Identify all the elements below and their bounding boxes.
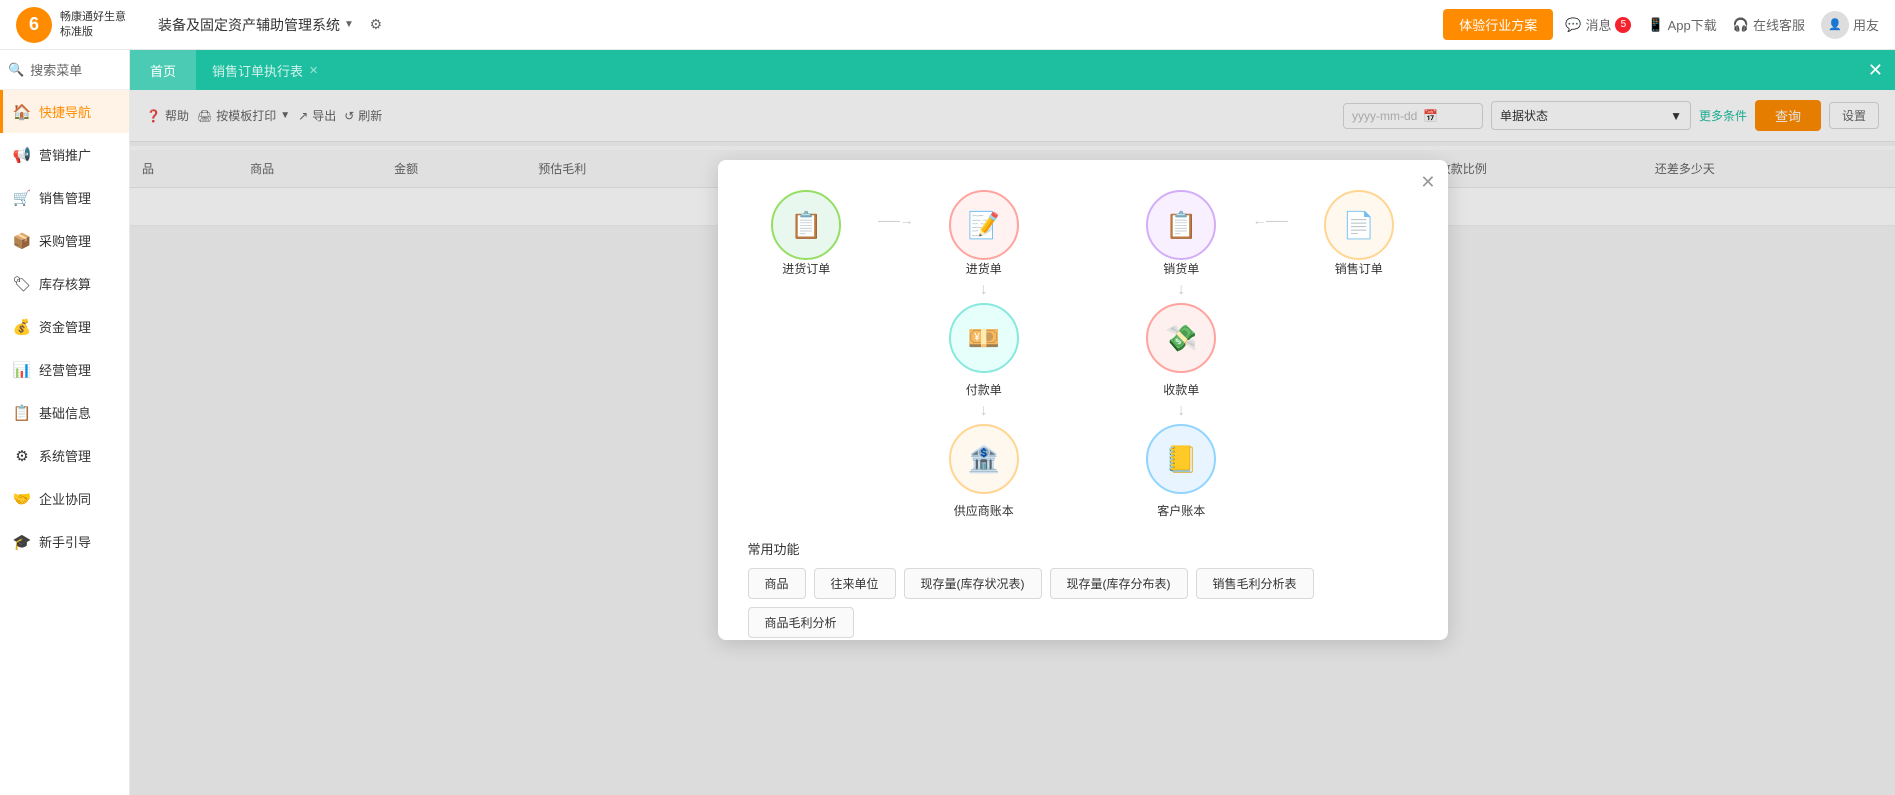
page-content: ❓ 帮助 🖨 按模板打印 ▼ ↗ 导出 (130, 90, 1895, 795)
tab-home[interactable]: 首页 (130, 50, 196, 90)
arrow-down-1: ↓ (980, 281, 988, 299)
tab-sales-order-exec[interactable]: 销售订单执行表 ✕ (196, 50, 334, 90)
logo-area: 6 畅康通好生意 标准版 (16, 7, 146, 43)
function-buttons: 商品 往来单位 现存量(库存状况表) 现存量(库存分布表) 销售毛利分析表 商品… (748, 568, 1418, 638)
sidebar-item-quick-nav[interactable]: 🏠 快捷导航 (0, 90, 129, 133)
download-icon: 📱 (1647, 17, 1663, 33)
sidebar-item-purchase[interactable]: 📦 采购管理 (0, 219, 129, 262)
logo-icon: 6 (16, 7, 52, 43)
sales-bill-icon: 📋 (1146, 190, 1216, 260)
func-btn-partners[interactable]: 往来单位 (814, 568, 896, 599)
payment-bill-label: 付款单 (966, 381, 1002, 398)
common-functions-title: 常用功能 (748, 539, 1418, 558)
guide-icon: 🎓 (13, 533, 31, 551)
purchase-bill-icon: 📝 (949, 190, 1019, 260)
arrow-down-4: ↓ (1177, 402, 1185, 420)
sales-order-icon: 📄 (1324, 190, 1394, 260)
sidebar-item-system[interactable]: ⚙ 系统管理 (0, 434, 129, 477)
inventory-icon: 🏷 (13, 275, 31, 293)
system-icon: ⚙ (13, 447, 31, 465)
sidebar-item-inventory[interactable]: 🏷 库存核算 (0, 262, 129, 305)
supplier-ledger-icon: 🏦 (949, 424, 1019, 494)
arrow-down-3: ↓ (1177, 281, 1185, 299)
flow-payment-bill[interactable]: 💴 付款单 (949, 303, 1019, 398)
func-btn-stock-status[interactable]: 现存量(库存状况表) (904, 568, 1042, 599)
modal-wrapper: ✕ 📋 进货订单 (270, 90, 1895, 795)
sidebar: 🔍 搜索菜单 🏠 快捷导航 📢 营销推广 🛒 销售管理 📦 采购管理 🏷 (0, 50, 130, 795)
receipt-bill-label: 收款单 (1163, 381, 1199, 398)
supplier-ledger-label: 供应商账本 (954, 502, 1014, 519)
system-title-text: 装备及固定资产辅助管理系统 (158, 15, 340, 35)
chevron-down-icon: ▼ (344, 19, 354, 30)
sales-bill-label: 销货单 (1163, 260, 1199, 277)
sidebar-search[interactable]: 🔍 搜索菜单 (0, 50, 129, 90)
flow-customer-ledger[interactable]: 📒 客户账本 (1146, 424, 1216, 519)
message-icon: 💬 (1565, 17, 1581, 33)
purchase-order-icon: 📋 (771, 190, 841, 260)
flow-sales-bill[interactable]: 📋 销货单 ↓ 💸 (1123, 190, 1241, 519)
arrow-down-2: ↓ (980, 402, 988, 420)
service-icon: 🎧 (1733, 17, 1749, 33)
sales-icon: 🛒 (13, 189, 31, 207)
message-badge: 5 (1615, 17, 1631, 33)
sidebar-item-finance[interactable]: 💰 资金管理 (0, 305, 129, 348)
arrow-2: ←------ (1240, 190, 1300, 228)
customer-ledger-label: 客户账本 (1157, 502, 1205, 519)
func-btn-product[interactable]: 商品 (748, 568, 806, 599)
app-download-btn[interactable]: 📱 App下载 (1647, 15, 1716, 34)
sidebar-item-enterprise[interactable]: 🤝 企业协同 (0, 477, 129, 520)
quick-nav-icon: 🏠 (13, 103, 31, 121)
try-btn[interactable]: 体验行业方案 (1443, 9, 1553, 40)
sales-order-label: 销售订单 (1335, 260, 1383, 277)
basic-info-icon: 📋 (13, 404, 31, 422)
settings-icon-btn[interactable]: ⚙ (362, 11, 390, 39)
modal-close-btn[interactable]: ✕ (1420, 172, 1435, 193)
purchase-order-label: 进货订单 (782, 260, 830, 277)
sidebar-item-sales[interactable]: 🛒 销售管理 (0, 176, 129, 219)
func-btn-stock-dist[interactable]: 现存量(库存分布表) (1050, 568, 1188, 599)
flow-diagram: 📋 进货订单 ------→ (748, 190, 1418, 519)
online-service-btn[interactable]: 🎧 在线客服 (1733, 15, 1805, 34)
flow-purchase-bill[interactable]: 📝 进货单 ↓ 💴 (925, 190, 1043, 519)
flow-purchase-order[interactable]: 📋 进货订单 (748, 190, 866, 277)
payment-bill-icon: 💴 (949, 303, 1019, 373)
tab-bar: 首页 销售订单执行表 ✕ ✕ (130, 50, 1895, 90)
sidebar-item-marketing[interactable]: 📢 营销推广 (0, 133, 129, 176)
close-window-btn[interactable]: ✕ (1868, 60, 1895, 81)
func-btn-product-profit[interactable]: 商品毛利分析 (748, 607, 854, 638)
system-title-dropdown[interactable]: 装备及固定资产辅助管理系统 ▼ (158, 15, 354, 35)
sidebar-item-guide[interactable]: 🎓 新手引导 (0, 520, 129, 563)
flow-supplier-ledger[interactable]: 🏦 供应商账本 (949, 424, 1019, 519)
customer-ledger-icon: 📒 (1146, 424, 1216, 494)
search-icon: 🔍 (8, 62, 24, 78)
message-btn[interactable]: 💬 消息 5 (1565, 15, 1631, 34)
system-title-area: 装备及固定资产辅助管理系统 ▼ ⚙ (158, 11, 1431, 39)
enterprise-icon: 🤝 (13, 490, 31, 508)
sidebar-item-basic-info[interactable]: 📋 基础信息 (0, 391, 129, 434)
tab-close-icon[interactable]: ✕ (309, 64, 318, 77)
finance-icon: 💰 (13, 318, 31, 336)
operations-icon: 📊 (13, 361, 31, 379)
modal-overlay: ✕ 📋 进货订单 (130, 90, 1895, 795)
purchase-bill-label: 进货单 (966, 260, 1002, 277)
flow-receipt-bill[interactable]: 💸 收款单 (1146, 303, 1216, 398)
marketing-icon: 📢 (13, 146, 31, 164)
top-bar-right: 💬 消息 5 📱 App下载 🎧 在线客服 👤 用友 (1565, 11, 1879, 39)
purchase-icon: 📦 (13, 232, 31, 250)
arrow-1: ------→ (865, 190, 925, 228)
common-functions: 常用功能 商品 往来单位 现存量(库存状况表) 现存量(库存分布表) 销售毛利分… (748, 539, 1418, 640)
flow-sales-order[interactable]: 📄 销售订单 (1300, 190, 1418, 277)
func-btn-sales-profit[interactable]: 销售毛利分析表 (1196, 568, 1314, 599)
sidebar-item-operations[interactable]: 📊 经营管理 (0, 348, 129, 391)
receipt-bill-icon: 💸 (1146, 303, 1216, 373)
avatar: 👤 (1821, 11, 1849, 39)
modal: ✕ 📋 进货订单 (718, 160, 1448, 640)
logo-text: 畅康通好生意 标准版 (60, 10, 126, 39)
user-area[interactable]: 👤 用友 (1821, 11, 1879, 39)
